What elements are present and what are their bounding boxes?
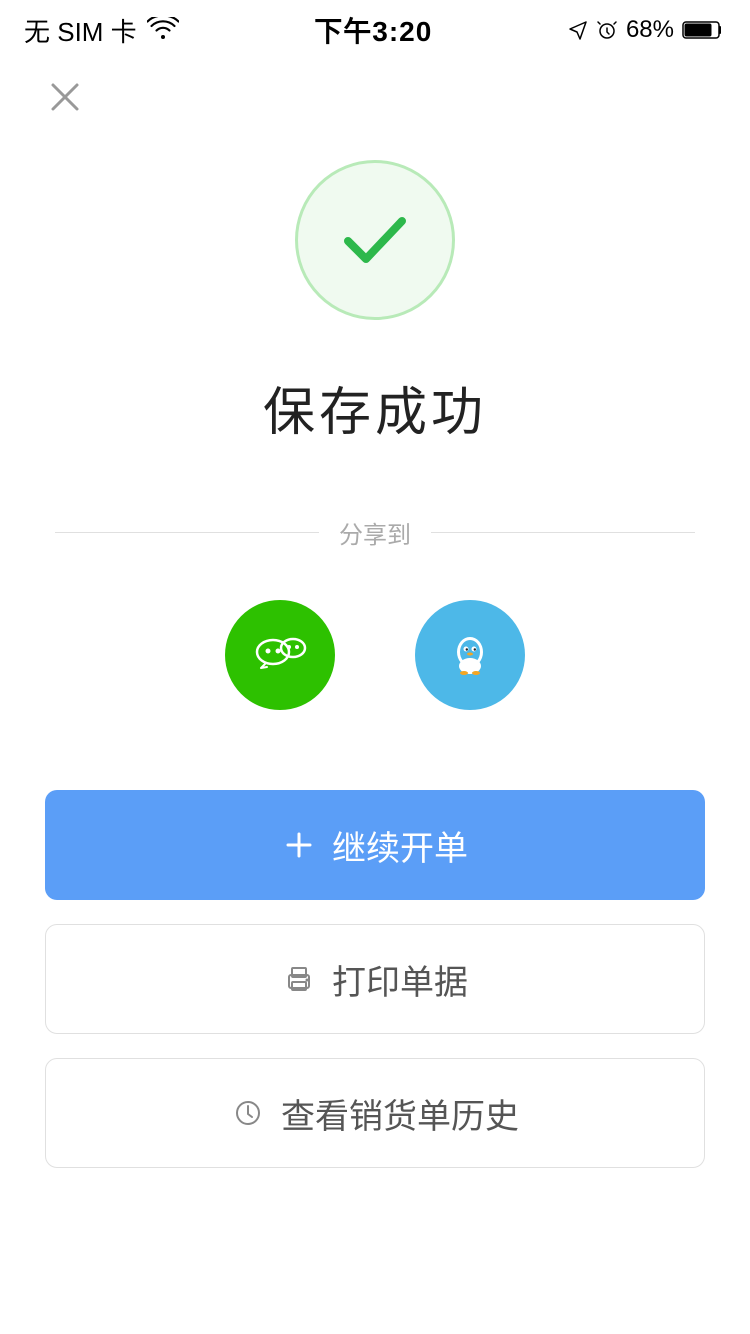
success-icon [295,160,455,320]
location-icon [568,20,588,40]
battery-icon [682,19,726,41]
divider-line-right [431,532,695,533]
close-button[interactable] [40,72,90,122]
divider-line-left [55,532,319,533]
printer-icon [282,962,316,996]
history-button[interactable]: 查看销货单历史 [45,1058,705,1168]
wifi-icon [147,15,179,46]
action-buttons: 继续开单 打印单据 查看销货单历史 [45,790,705,1168]
status-time: 下午3:20 [314,10,432,50]
success-title: 保存成功 [263,370,487,445]
status-left: 无 SIM 卡 [24,12,179,49]
alarm-icon [596,19,618,41]
no-sim-label: 无 SIM 卡 [24,12,137,49]
status-bar: 无 SIM 卡 下午3:20 68% [0,0,750,60]
status-right: 68% [568,16,726,44]
history-label: 查看销货单历史 [281,1089,519,1138]
qq-icon [437,622,503,688]
share-icons [225,600,525,710]
battery-percent: 68% [626,16,674,44]
wechat-share-button[interactable] [225,600,335,710]
share-label: 分享到 [339,515,411,550]
print-label: 打印单据 [332,955,468,1004]
share-divider: 分享到 [55,515,695,550]
plus-icon [282,828,316,862]
print-button[interactable]: 打印单据 [45,924,705,1034]
main-content: 保存成功 分享到 [0,60,750,1168]
continue-button[interactable]: 继续开单 [45,790,705,900]
continue-label: 继续开单 [332,821,468,870]
clock-icon [231,1096,265,1130]
wechat-icon [247,622,313,688]
qq-share-button[interactable] [415,600,525,710]
